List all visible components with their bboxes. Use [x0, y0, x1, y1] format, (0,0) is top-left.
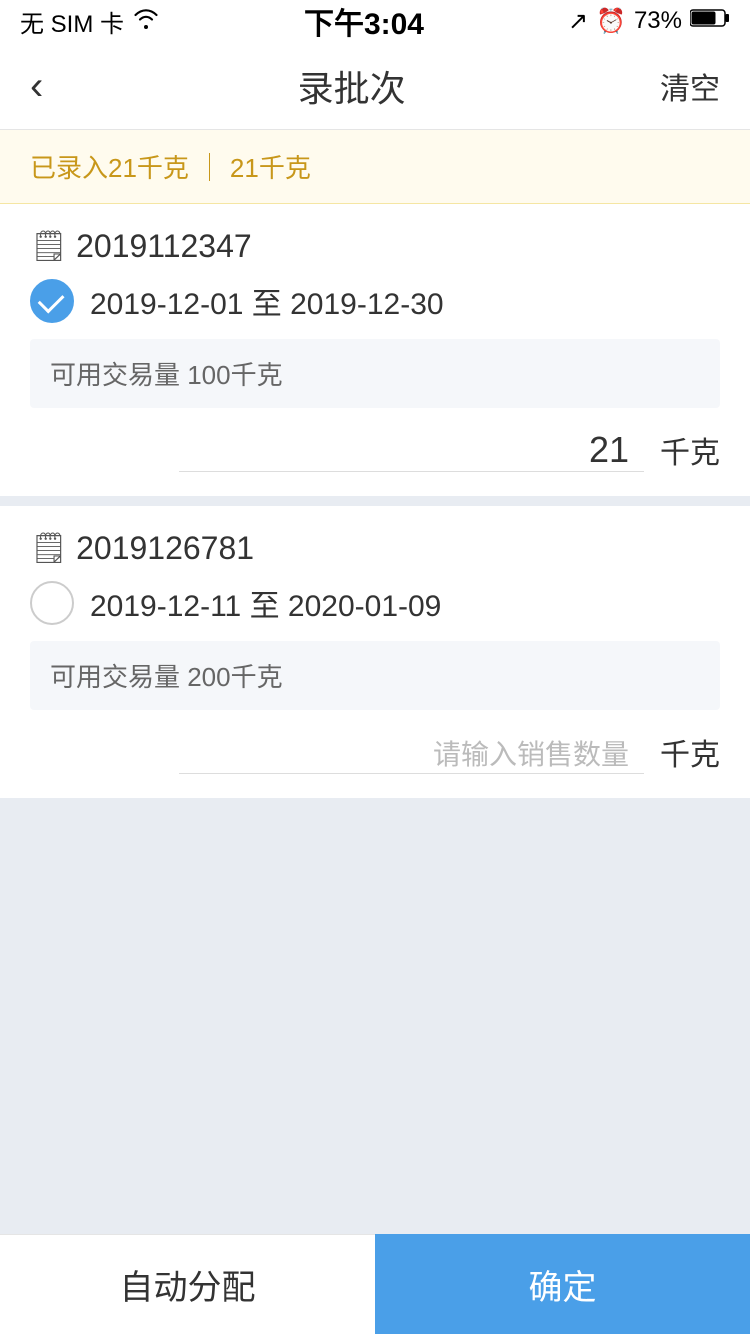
available-qty-1: 可用交易量 100千克: [30, 339, 720, 408]
wifi-icon: [132, 7, 160, 36]
radio-button-1[interactable]: [30, 279, 74, 323]
location-icon: ↗: [568, 7, 588, 36]
alarm-icon: ⏰: [596, 7, 626, 36]
recorded-label: 已录入21千克: [30, 148, 189, 185]
status-bar: 无 SIM 卡 下午3:04 ↗ ⏰ 73%: [0, 0, 750, 42]
empty-area: [0, 798, 750, 1298]
batch-date-row-1[interactable]: 2019-12-01 至 2019-12-30: [30, 279, 720, 323]
banner-divider: [209, 153, 210, 181]
bottom-bar: 自动分配 确定: [0, 1234, 750, 1334]
confirm-button[interactable]: 确定: [375, 1234, 750, 1334]
info-banner: 已录入21千克 21千克: [0, 130, 750, 204]
batch-item-2: 🗒 2019126781 2019-12-11 至 2020-01-09 可用交…: [0, 506, 750, 710]
status-left: 无 SIM 卡: [20, 4, 160, 39]
batch-id-1: 2019112347: [76, 228, 252, 265]
available-qty-2: 可用交易量 200千克: [30, 641, 720, 710]
qty-unit-1: 千克: [660, 428, 720, 472]
batch-item-1: 🗒 2019112347 2019-12-01 至 2019-12-30 可用交…: [0, 204, 750, 408]
back-button[interactable]: ‹: [30, 66, 43, 106]
qty-input-row-1: 千克: [0, 408, 750, 496]
batch-doc-icon-2: 🗒: [30, 531, 68, 566]
batch-card-2: 🗒 2019126781 2019-12-11 至 2020-01-09 可用交…: [0, 506, 750, 798]
batch-date-1: 2019-12-01 至 2019-12-30: [90, 279, 444, 323]
auto-distribute-button[interactable]: 自动分配: [0, 1234, 375, 1334]
status-time: 下午3:04: [304, 0, 424, 43]
clear-button[interactable]: 清空: [660, 64, 720, 108]
batch-id-row-1: 🗒 2019112347: [30, 228, 720, 265]
batch-date-row-2[interactable]: 2019-12-11 至 2020-01-09: [30, 581, 720, 625]
qty-input-row-2: 千克: [0, 710, 750, 798]
nav-bar: ‹ 录批次 清空: [0, 42, 750, 130]
batch-doc-icon-1: 🗒: [30, 229, 68, 264]
page-title: 录批次: [298, 60, 406, 112]
no-sim-text: 无 SIM 卡: [20, 4, 124, 39]
batch-id-row-2: 🗒 2019126781: [30, 530, 720, 567]
battery-text: 73%: [634, 7, 682, 35]
section-divider: [0, 496, 750, 506]
batch-card-1: 🗒 2019112347 2019-12-01 至 2019-12-30 可用交…: [0, 204, 750, 496]
batch-date-2: 2019-12-11 至 2020-01-09: [90, 581, 441, 625]
qty-unit-2: 千克: [660, 730, 720, 774]
qty-input-1[interactable]: [179, 429, 644, 472]
battery-icon: [690, 7, 730, 35]
batch-id-2: 2019126781: [76, 530, 254, 567]
status-right: ↗ ⏰ 73%: [568, 7, 730, 36]
qty-input-2[interactable]: [179, 731, 644, 774]
recorded-value: 21千克: [230, 148, 311, 185]
radio-button-2[interactable]: [30, 581, 74, 625]
